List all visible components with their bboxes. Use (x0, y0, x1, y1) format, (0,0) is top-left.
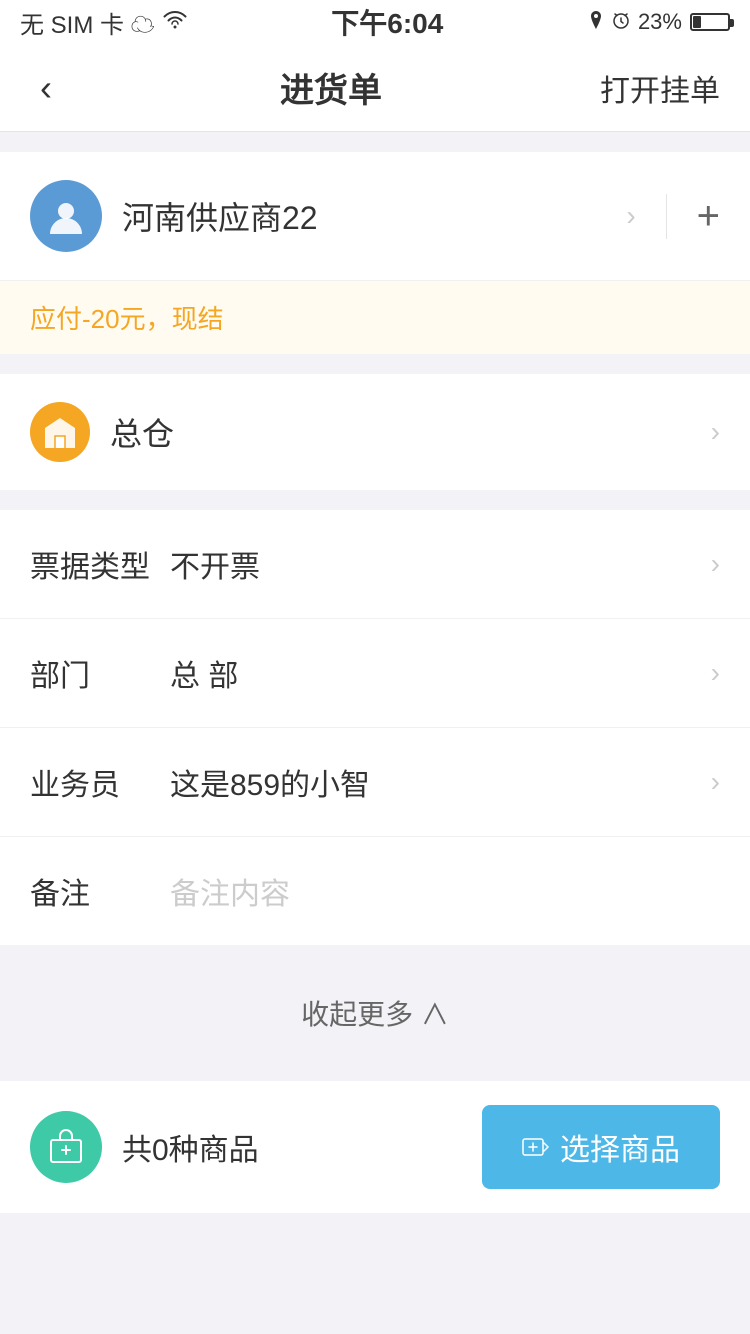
remark-input[interactable]: 备注内容 (170, 869, 720, 913)
product-count: 共0种商品 (122, 1125, 482, 1169)
collapse-row[interactable]: 收起更多 ∧ (0, 965, 750, 1061)
invoice-label: 票据类型 (30, 542, 170, 586)
open-pending-button[interactable]: 打开挂单 (600, 66, 720, 110)
status-bar: 无 SIM 卡 ☁ 下午6:04 23% (0, 0, 750, 44)
salesperson-value: 这是859的小智 (170, 760, 711, 804)
invoice-value: 不开票 (170, 542, 711, 586)
wifi-icon (163, 9, 187, 35)
dept-label: 部门 (30, 651, 170, 695)
invoice-row[interactable]: 票据类型 不开票 › (0, 510, 750, 619)
supplier-row[interactable]: 河南供应商22 › + (0, 152, 750, 281)
status-left: 无 SIM 卡 ☁ (20, 5, 187, 40)
product-bar: 共0种商品 选择商品 (0, 1081, 750, 1213)
salesperson-row[interactable]: 业务员 这是859的小智 › (0, 728, 750, 837)
top-divider (0, 132, 750, 152)
supplier-name: 河南供应商22 (122, 193, 626, 239)
remark-row[interactable]: 备注 备注内容 (0, 837, 750, 945)
warehouse-icon (30, 402, 90, 462)
supplier-chevron-icon: › (626, 200, 635, 232)
warehouse-row[interactable]: 总仓 › (0, 374, 750, 490)
select-product-button[interactable]: 选择商品 (482, 1105, 720, 1189)
notice-banner: 应付-20元，现结 (0, 281, 750, 354)
warehouse-name: 总仓 (110, 409, 711, 455)
nav-bar: ‹ 进货单 打开挂单 (0, 44, 750, 132)
alarm-icon (612, 9, 630, 35)
salesperson-label: 业务员 (30, 760, 170, 804)
product-icon (30, 1111, 102, 1183)
select-product-label: 选择商品 (560, 1125, 680, 1169)
sim-label: 无 SIM 卡 ☁ (20, 5, 155, 40)
location-icon (588, 9, 604, 35)
supplier-section: 河南供应商22 › + 应付-20元，现结 (0, 152, 750, 354)
dept-value: 总 部 (170, 651, 711, 695)
warehouse-section[interactable]: 总仓 › (0, 374, 750, 490)
dept-row[interactable]: 部门 总 部 › (0, 619, 750, 728)
collapse-label: 收起更多 ∧ (301, 999, 449, 1030)
battery-icon (690, 13, 730, 31)
battery-percent: 23% (638, 9, 682, 35)
back-button[interactable]: ‹ (30, 57, 62, 119)
status-time: 下午6:04 (331, 2, 443, 42)
notice-text: 应付-20元，现结 (30, 304, 224, 334)
form-section: 票据类型 不开票 › 部门 总 部 › 业务员 这是859的小智 › 备注 备注… (0, 510, 750, 945)
dept-chevron-icon: › (711, 657, 720, 689)
invoice-chevron-icon: › (711, 548, 720, 580)
mid-divider (0, 354, 750, 374)
salesperson-chevron-icon: › (711, 766, 720, 798)
page-title: 进货单 (280, 63, 382, 112)
remark-label: 备注 (30, 869, 170, 913)
warehouse-chevron-icon: › (711, 416, 720, 448)
add-supplier-button[interactable]: + (666, 194, 720, 239)
status-right: 23% (588, 9, 730, 35)
supplier-avatar (30, 180, 102, 252)
